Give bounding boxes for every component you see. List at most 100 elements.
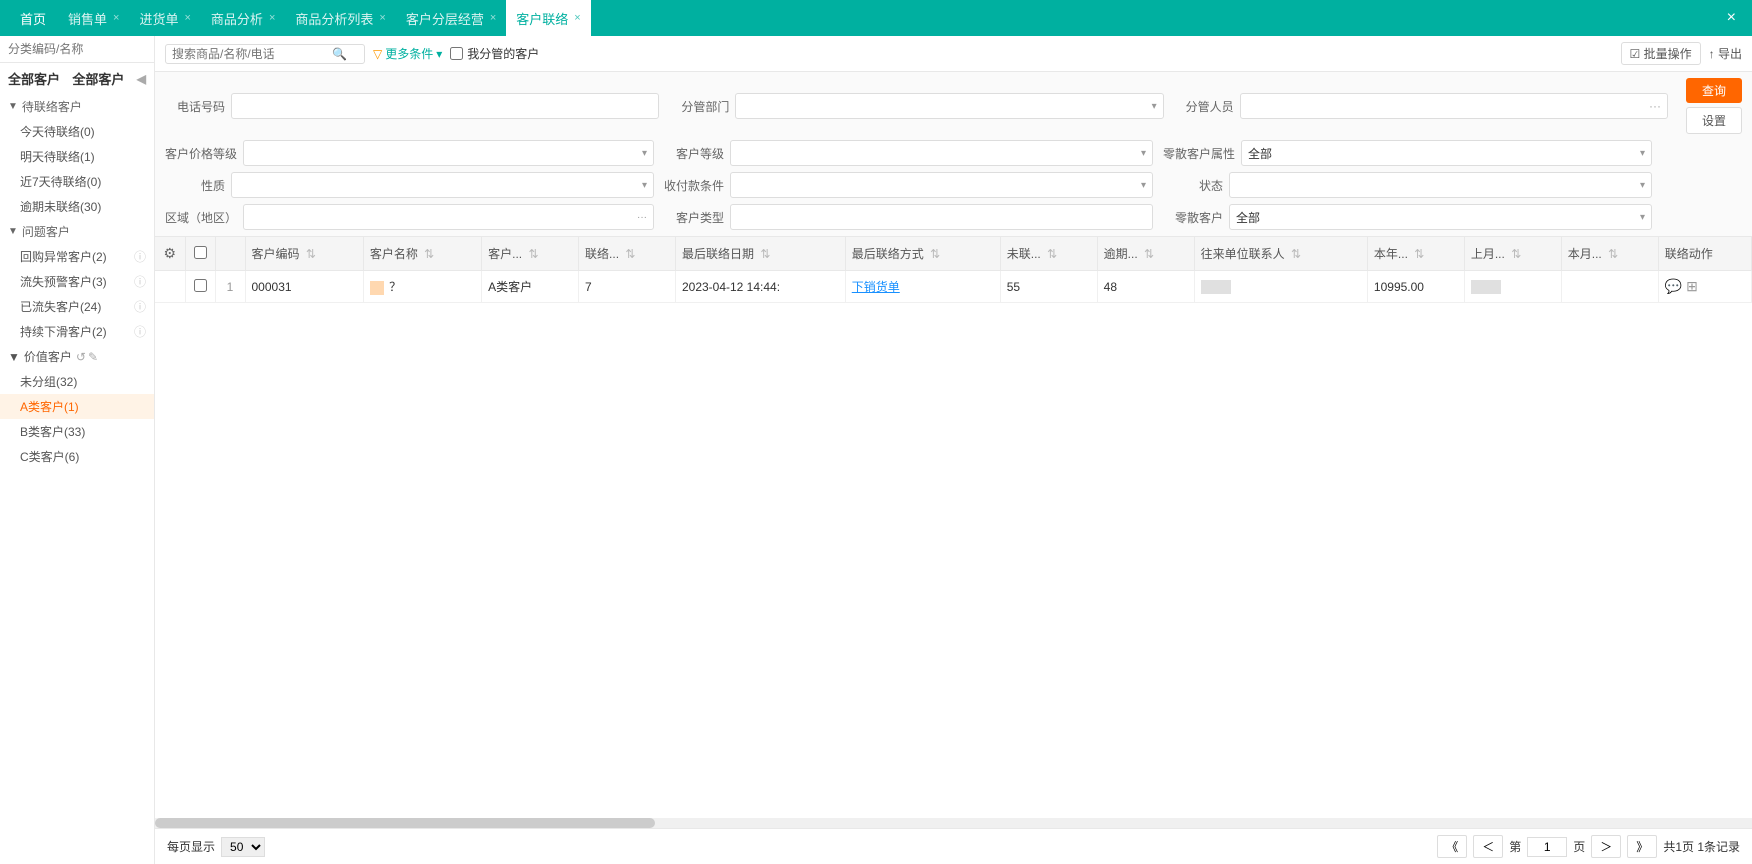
settings-button[interactable]: 设置: [1686, 107, 1742, 134]
col-no-contact[interactable]: 未联... ⇅: [1000, 237, 1097, 271]
sidebar-search-input[interactable]: [8, 42, 155, 56]
cell-last-date: 2023-04-12 14:44:: [675, 271, 845, 303]
filter-row-1: 电话号码 分管部门 ▾ 分管人员 ··· 查询: [165, 78, 1742, 134]
col-overdue[interactable]: 逾期... ⇅: [1097, 237, 1194, 271]
gear-icon[interactable]: ⚙: [163, 245, 176, 261]
sidebar-item-b-class[interactable]: B类客户(33): [0, 419, 154, 444]
page-number-input[interactable]: [1527, 837, 1567, 857]
close-tab-product-analysis[interactable]: ×: [269, 12, 275, 24]
sort-contact: ⇅: [625, 247, 635, 261]
more-filters-btn[interactable]: ▽ 更多条件 ▾: [373, 45, 442, 62]
scrollbar-thumb[interactable]: [155, 818, 655, 828]
retail-attr-select[interactable]: 全部 ▾: [1241, 140, 1652, 166]
close-tab-sales[interactable]: ×: [113, 12, 119, 24]
data-table: ⚙ 客户编码 ⇅ 客户名称 ⇅: [155, 237, 1752, 303]
filter-icon: ▽: [373, 47, 382, 61]
close-tab-purchase[interactable]: ×: [184, 12, 190, 24]
col-type[interactable]: 客户... ⇅: [482, 237, 579, 271]
dept-select[interactable]: ▾: [735, 93, 1163, 119]
export-icon: ↑: [1709, 47, 1715, 61]
search-input[interactable]: [172, 47, 332, 61]
col-last-date[interactable]: 最后联络日期 ⇅: [675, 237, 845, 271]
per-page-select[interactable]: 50: [221, 837, 265, 857]
sidebar-item-repurchase[interactable]: 回购异常客户(2) ⓘ: [0, 244, 154, 269]
sidebar-item-7days[interactable]: 近7天待联络(0): [0, 169, 154, 194]
grid-icon[interactable]: ⊞: [1686, 278, 1698, 295]
arrow-icon: ▼: [8, 101, 18, 112]
cell-gear: [155, 271, 185, 303]
footer: 每页显示 50 《 ＜ 第 页 ＞ 》 共1页 1条记录: [155, 828, 1752, 864]
select-all-checkbox[interactable]: [194, 246, 207, 259]
first-page-btn[interactable]: 《: [1437, 835, 1467, 858]
search-icon[interactable]: 🔍: [332, 47, 347, 61]
last-method-link[interactable]: 下销货单: [852, 280, 900, 294]
col-last-method[interactable]: 最后联络方式 ⇅: [845, 237, 1000, 271]
col-last-month[interactable]: 上月... ⇅: [1464, 237, 1561, 271]
sidebar-item-a-class[interactable]: A类客户(1): [0, 394, 154, 419]
window-close-button[interactable]: ×: [1719, 9, 1744, 27]
data-table-wrap: ⚙ 客户编码 ⇅ 客户名称 ⇅: [155, 237, 1752, 818]
close-tab-product-list[interactable]: ×: [379, 12, 385, 24]
sidebar-item-lost[interactable]: 已流失客户(24) ⓘ: [0, 294, 154, 319]
customer-grade-select[interactable]: ▾: [730, 140, 1153, 166]
payment-select[interactable]: ▾: [730, 172, 1153, 198]
info-icon-3: ⓘ: [134, 298, 146, 315]
price-grade-select[interactable]: ▾: [243, 140, 654, 166]
customer-type-select[interactable]: [730, 204, 1153, 230]
sidebar-item-today[interactable]: 今天待联络(0): [0, 119, 154, 144]
refresh-icon[interactable]: ↺: [76, 350, 86, 364]
col-this-year[interactable]: 本年... ⇅: [1367, 237, 1464, 271]
sidebar-item-churn-warning[interactable]: 流失预警客户(3) ⓘ: [0, 269, 154, 294]
export-btn[interactable]: ↑ 导出: [1709, 45, 1742, 62]
batch-icon: ☑: [1630, 47, 1641, 61]
nav-tab-customer-contact[interactable]: 客户联络 ×: [506, 0, 590, 36]
nav-tab-product-list[interactable]: 商品分析列表 ×: [285, 0, 395, 36]
chat-icon[interactable]: 💬: [1665, 278, 1682, 295]
main-content: 🔍 ▽ 更多条件 ▾ 我分管的客户 ☑ 批量操作 ↑ 导出: [155, 36, 1752, 864]
col-this-month[interactable]: 本月... ⇅: [1561, 237, 1658, 271]
retail-label: 零散客户: [1163, 209, 1223, 226]
close-tab-customer-ops[interactable]: ×: [490, 12, 496, 24]
manager-input[interactable]: ···: [1240, 93, 1668, 119]
nav-home[interactable]: 首页: [8, 9, 58, 28]
sidebar-item-declining[interactable]: 持续下滑客户(2) ⓘ: [0, 319, 154, 344]
cell-check[interactable]: [185, 271, 215, 303]
nature-select[interactable]: ▾: [231, 172, 654, 198]
status-select[interactable]: ▾: [1229, 172, 1652, 198]
sidebar-item-c-class[interactable]: C类客户(6): [0, 444, 154, 469]
col-name[interactable]: 客户名称 ⇅: [363, 237, 481, 271]
close-tab-customer-contact[interactable]: ×: [574, 12, 580, 24]
section-pending-contact[interactable]: ▼ 待联络客户: [0, 94, 154, 119]
my-customers-checkbox[interactable]: [450, 47, 463, 60]
nav-tab-customer-ops[interactable]: 客户分层经营 ×: [396, 0, 506, 36]
sidebar-collapse-icon[interactable]: ◀: [137, 72, 146, 86]
nav-tab-sales[interactable]: 销售单 ×: [58, 0, 129, 36]
nav-tab-purchase[interactable]: 进货单 ×: [129, 0, 200, 36]
next-page-btn[interactable]: ＞: [1591, 835, 1621, 858]
last-page-btn[interactable]: 》: [1627, 835, 1657, 858]
retail-select[interactable]: 全部 ▾: [1229, 204, 1652, 230]
all-customers-header[interactable]: 全部客户 全部客户 ◀: [0, 63, 154, 94]
cell-action: 💬 ⊞: [1658, 271, 1751, 303]
phone-input[interactable]: [231, 93, 659, 119]
cell-last-method[interactable]: 下销货单: [845, 271, 1000, 303]
section-problem-customers[interactable]: ▼ 问题客户: [0, 219, 154, 244]
row-checkbox[interactable]: [194, 279, 207, 292]
edit-icon[interactable]: ✎: [88, 350, 98, 364]
region-select[interactable]: ···: [243, 204, 654, 230]
chevron-payment: ▾: [1141, 180, 1146, 191]
col-check[interactable]: [185, 237, 215, 271]
col-contact[interactable]: 联络... ⇅: [579, 237, 676, 271]
sidebar-item-overdue[interactable]: 逾期未联络(30): [0, 194, 154, 219]
nav-tab-product-analysis[interactable]: 商品分析 ×: [201, 0, 285, 36]
prev-page-btn[interactable]: ＜: [1473, 835, 1503, 858]
sidebar-item-tomorrow[interactable]: 明天待联络(1): [0, 144, 154, 169]
horizontal-scrollbar[interactable]: [155, 818, 1752, 828]
batch-operation-btn[interactable]: ☑ 批量操作: [1621, 42, 1701, 65]
col-code[interactable]: 客户编码 ⇅: [245, 237, 363, 271]
col-contact-person[interactable]: 往来单位联系人 ⇅: [1194, 237, 1367, 271]
sidebar-item-ungroup[interactable]: 未分组(32): [0, 369, 154, 394]
query-button[interactable]: 查询: [1686, 78, 1742, 103]
section-value-customers[interactable]: ▼ 价值客户 ↺ ✎: [0, 344, 154, 369]
col-gear[interactable]: ⚙: [155, 237, 185, 271]
